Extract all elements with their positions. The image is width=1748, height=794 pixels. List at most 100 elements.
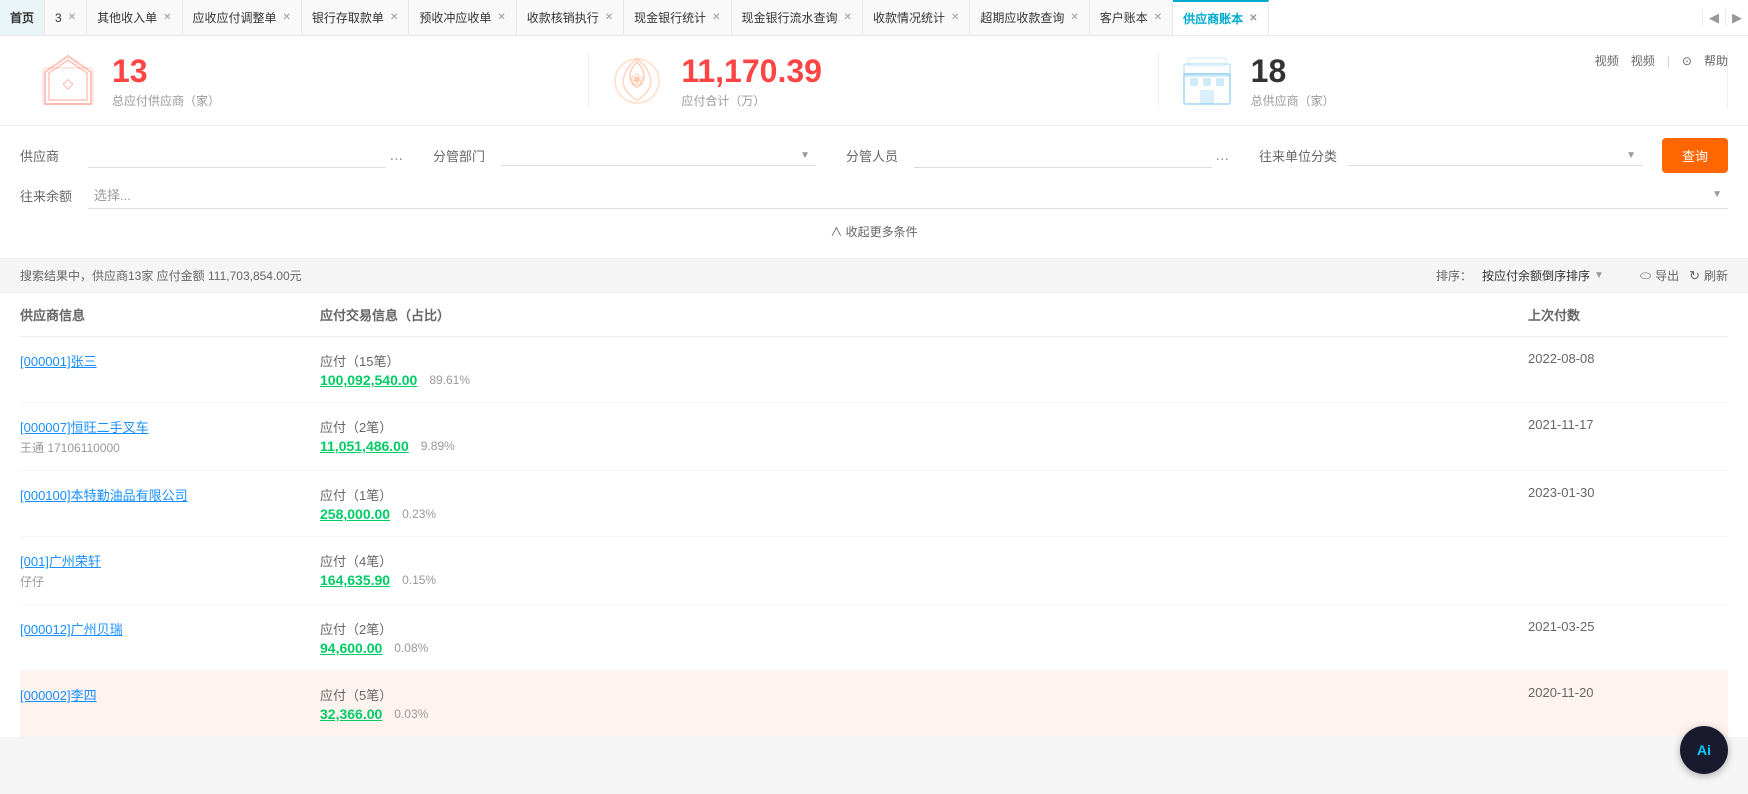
filter-area: 供应商 ... 分管部门 ▼ 分管人员 ... 往来单位分类 ▼ xyxy=(0,126,1748,259)
nav-ar-ap-adjust-label: 应收应付调整单 xyxy=(193,9,277,26)
filter-collapse-button[interactable]: ∧ 收起更多条件 xyxy=(20,217,1728,246)
table-header: 供应商信息 应付交易信息（占比） 上次付数 xyxy=(20,293,1728,337)
nav-home[interactable]: 首页 xyxy=(0,0,45,35)
help-area: 视频 视频 | ⊙ 帮助 xyxy=(1595,52,1728,69)
supplier-name-link-1[interactable]: [000007]恒旺二手叉车 xyxy=(20,420,149,435)
nav-overdue-query-close[interactable]: ✕ xyxy=(1070,12,1078,23)
last-pay-cell-4: 2021-03-25 xyxy=(1528,619,1728,634)
nav-bank-deposit-close[interactable]: ✕ xyxy=(390,12,398,23)
nav-tab-3-close[interactable]: ✕ xyxy=(68,12,76,23)
nav-tab-3[interactable]: 3 ✕ xyxy=(45,0,87,35)
nav-ar-ap-adjust[interactable]: 应收应付调整单 ✕ xyxy=(183,0,302,35)
nav-next-button[interactable]: ▶ xyxy=(1725,10,1748,26)
stat-card-ap-total: ❀ 11,170.39 应付合计（万） xyxy=(589,52,1158,109)
nav-supplier-ledger-close[interactable]: ✕ xyxy=(1249,13,1257,24)
nav-receipt-stats-label: 收款情况统计 xyxy=(873,9,945,26)
supplier-input[interactable] xyxy=(88,144,386,168)
total-suppliers-content: 18 总供应商（家） xyxy=(1251,52,1335,109)
nav-ar-ap-adjust-close[interactable]: ✕ xyxy=(283,12,291,23)
nav-cash-flow-query-close[interactable]: ✕ xyxy=(844,12,852,23)
trans-amount-1[interactable]: 11,051,486.00 xyxy=(320,438,409,454)
nav-receipt-stats[interactable]: 收款情况统计 ✕ xyxy=(863,0,970,35)
nav-receipt-verify-label: 收款核销执行 xyxy=(527,9,599,26)
supplier-name-link-3[interactable]: [001]广州荣轩 xyxy=(20,554,101,569)
nav-prev-icon: ◀ xyxy=(1709,10,1719,26)
refresh-label: 刷新 xyxy=(1704,267,1728,284)
table-area: 供应商信息 应付交易信息（占比） 上次付数 [000001]张三 应付（15笔）… xyxy=(0,293,1748,737)
nav-cash-bank-stats-close[interactable]: ✕ xyxy=(712,12,720,23)
trans-amount-5[interactable]: 32,366.00 xyxy=(320,706,382,722)
nav-other-income-close[interactable]: ✕ xyxy=(163,12,171,23)
col-header-last-pay: 上次付数 xyxy=(1528,305,1728,324)
result-bar: 搜索结果中，供应商13家 应付金额 111,703,854.00元 排序： 按应… xyxy=(0,259,1748,293)
nav-bank-deposit[interactable]: 银行存取款单 ✕ xyxy=(302,0,409,35)
balance-select[interactable]: 选择... ▼ xyxy=(88,181,1728,209)
trans-amount-3[interactable]: 164,635.90 xyxy=(320,572,390,588)
query-button[interactable]: 查询 xyxy=(1662,138,1728,173)
nav-arrows: ◀ ▶ xyxy=(1702,10,1748,26)
supplier-name-link-4[interactable]: [000012]广州贝瑞 xyxy=(20,622,123,637)
nav-receipt-verify-close[interactable]: ✕ xyxy=(605,12,613,23)
ai-button[interactable]: Ai xyxy=(1680,726,1728,774)
person-dots[interactable]: ... xyxy=(1216,147,1229,165)
supplier-cell-1: [000007]恒旺二手叉车 王通 17106110000 xyxy=(20,417,320,456)
supplier-sub-info-3: 仔仔 xyxy=(20,573,320,590)
nav-customer-ledger[interactable]: 客户账本 ✕ xyxy=(1090,0,1173,35)
total-suppliers-label: 总供应商（家） xyxy=(1251,92,1335,109)
nav-supplier-ledger[interactable]: 供应商账本 ✕ xyxy=(1173,0,1268,35)
trans-percent-2: 0.23% xyxy=(402,507,436,521)
trans-amount-0[interactable]: 100,092,540.00 xyxy=(320,372,417,388)
transaction-cell-2: 应付（1笔） 258,000.00 0.23% xyxy=(320,485,1528,522)
refresh-button[interactable]: ↻ 刷新 xyxy=(1689,267,1728,284)
divider: | xyxy=(1667,54,1670,68)
sort-select[interactable]: 按应付余额倒序排序 ▼ xyxy=(1482,267,1604,284)
trans-amount-2[interactable]: 258,000.00 xyxy=(320,506,390,522)
supplier-dots[interactable]: ... xyxy=(390,147,403,165)
nav-cash-bank-stats[interactable]: 现金银行统计 ✕ xyxy=(624,0,731,35)
help-icon: ⊙ xyxy=(1682,54,1692,68)
sort-dropdown-icon: ▼ xyxy=(1594,270,1604,281)
trans-percent-4: 0.08% xyxy=(394,641,428,655)
video-link[interactable]: 视频 xyxy=(1595,52,1619,69)
export-button[interactable]: ⬭ 导出 xyxy=(1640,267,1679,284)
nav-other-income[interactable]: 其他收入单 ✕ xyxy=(87,0,182,35)
last-pay-cell-5: 2020-11-20 xyxy=(1528,685,1728,700)
filter-row-2: 往来余额 选择... ▼ xyxy=(20,181,1728,209)
nav-prepaid-offset[interactable]: 预收冲应收单 ✕ xyxy=(409,0,516,35)
supplier-cell-3: [001]广州荣轩 仔仔 xyxy=(20,551,320,590)
nav-cash-flow-query[interactable]: 现金银行流水查询 ✕ xyxy=(732,0,863,35)
nav-overdue-query[interactable]: 超期应收款查询 ✕ xyxy=(970,0,1089,35)
supplier-name-link-2[interactable]: [000100]本特勤油品有限公司 xyxy=(20,488,188,503)
supplier-label: 供应商 xyxy=(20,146,80,165)
department-select[interactable]: ▼ xyxy=(501,146,816,166)
trans-amount-4[interactable]: 94,600.00 xyxy=(320,640,382,656)
help-label[interactable]: 帮助 xyxy=(1704,52,1728,69)
nav-receipt-stats-close[interactable]: ✕ xyxy=(951,12,959,23)
table-row: [001]广州荣轩 仔仔 应付（4笔） 164,635.90 0.15% xyxy=(20,537,1728,605)
ap-suppliers-content: 13 总应付供应商（家） xyxy=(112,52,220,109)
category-select[interactable]: ▼ xyxy=(1347,146,1642,166)
filter-category: 往来单位分类 ▼ xyxy=(1259,146,1642,166)
ap-total-number: 11,170.39 xyxy=(681,52,822,90)
supplier-name-link-0[interactable]: [000001]张三 xyxy=(20,354,97,369)
nav-prepaid-offset-close[interactable]: ✕ xyxy=(497,12,505,23)
nav-customer-ledger-close[interactable]: ✕ xyxy=(1154,12,1162,23)
video-label[interactable]: 视频 xyxy=(1631,52,1655,69)
person-input[interactable] xyxy=(914,144,1212,168)
balance-dropdown-icon: ▼ xyxy=(1712,189,1722,200)
nav-customer-ledger-label: 客户账本 xyxy=(1100,9,1148,26)
refresh-icon: ↻ xyxy=(1689,268,1700,284)
supplier-cell-0: [000001]张三 xyxy=(20,351,320,370)
nav-prev-button[interactable]: ◀ xyxy=(1702,10,1725,26)
trans-percent-1: 9.89% xyxy=(421,439,455,453)
filter-balance: 往来余额 选择... ▼ xyxy=(20,181,1728,209)
ap-suppliers-label: 总应付供应商（家） xyxy=(112,92,220,109)
table-row: [000012]广州贝瑞 应付（2笔） 94,600.00 0.08% 2021… xyxy=(20,605,1728,671)
transaction-cell-5: 应付（5笔） 32,366.00 0.03% xyxy=(320,685,1528,722)
supplier-name-link-5[interactable]: [000002]李四 xyxy=(20,688,97,703)
nav-home-label: 首页 xyxy=(10,9,34,26)
col-header-supplier: 供应商信息 xyxy=(20,305,320,324)
last-pay-cell-0: 2022-08-08 xyxy=(1528,351,1728,366)
nav-receipt-verify[interactable]: 收款核销执行 ✕ xyxy=(517,0,624,35)
nav-overdue-query-label: 超期应收款查询 xyxy=(980,9,1064,26)
